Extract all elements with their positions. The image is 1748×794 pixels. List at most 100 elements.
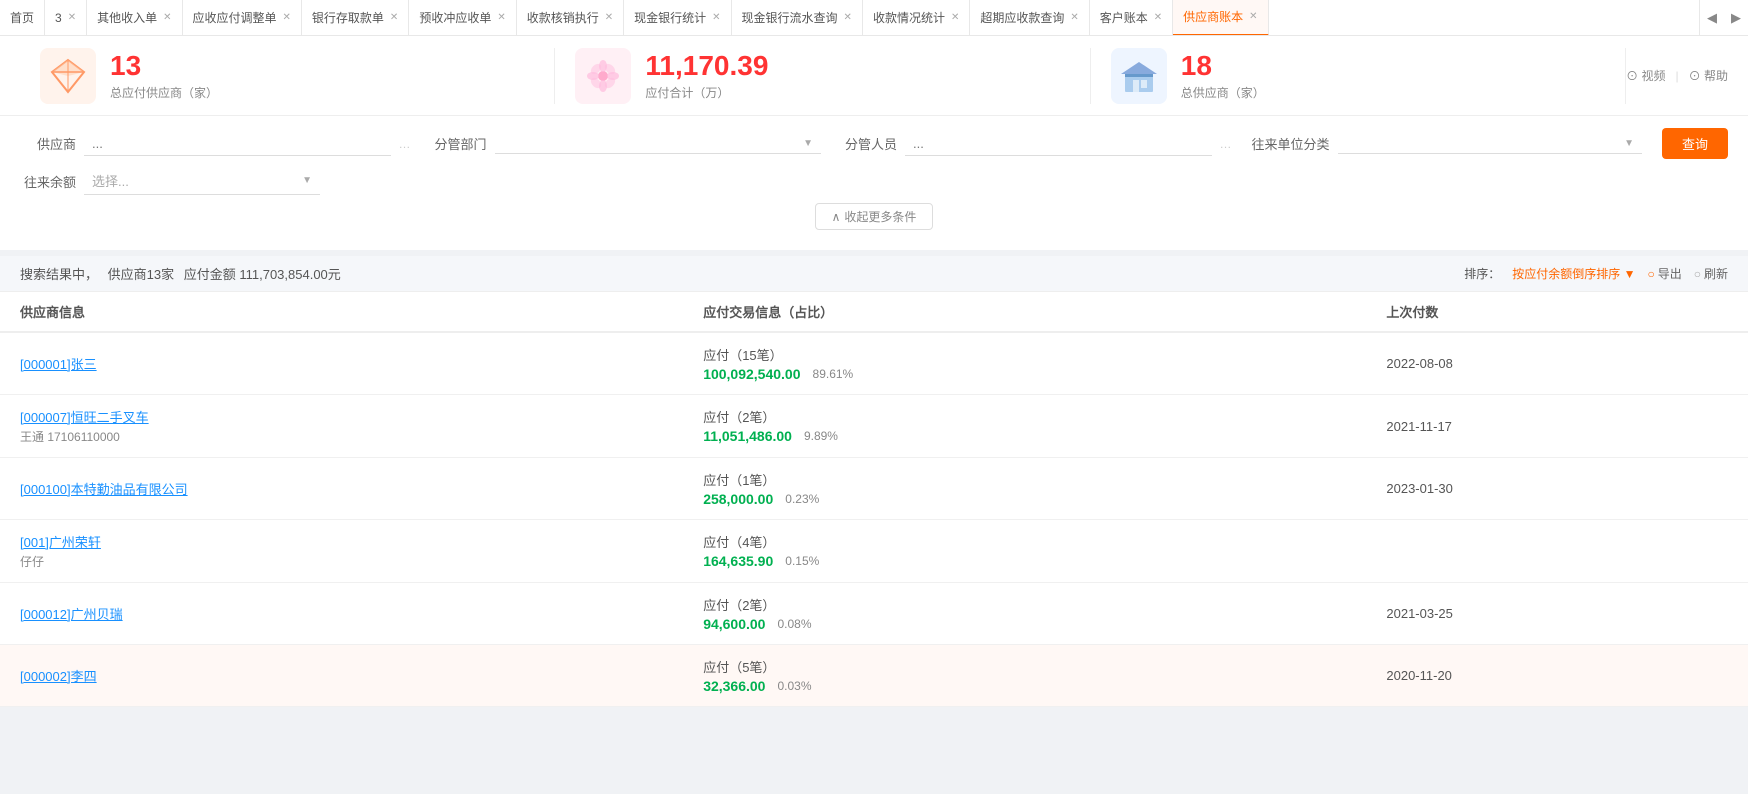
table-row: [000001]张三 应付（15笔） 100,092,540.00 89.61%… <box>0 333 1748 395</box>
row-5-tx-amount[interactable]: 32,366.00 <box>703 678 765 694</box>
nav-tab-receipt-stat-close[interactable]: ✕ <box>951 12 959 23</box>
row-1-sub: 王通 17106110000 <box>20 428 703 445</box>
filter-dept: 分管部门 ▼ <box>431 134 822 154</box>
row-3-sub: 仔仔 <box>20 553 703 570</box>
help-label: 帮助 <box>1704 69 1728 83</box>
filter-balance-label: 往来余额 <box>20 172 76 191</box>
stat-item-payable-total: 11,170.39 应付合计（万） <box>555 48 1090 104</box>
nav-tab-advance-offset-close[interactable]: ✕ <box>497 12 505 23</box>
nav-tab-overdue-ar-close[interactable]: ✕ <box>1070 12 1078 23</box>
nav-tab-cash-bank-flow-close[interactable]: ✕ <box>844 12 852 23</box>
nav-tab-other-income-close[interactable]: ✕ <box>163 12 171 23</box>
nav-left-arrow[interactable]: ◀ <box>1700 0 1724 36</box>
refresh-label: 刷新 <box>1704 265 1728 282</box>
table-row: [000100]本特勤油品有限公司 应付（1笔） 258,000.00 0.23… <box>0 458 1748 520</box>
nav-tab-customer-book[interactable]: 客户账本 ✕ <box>1090 0 1173 36</box>
filter-balance-select[interactable]: 选择... ▼ <box>84 167 320 195</box>
sort-value: 按应付余额倒序排序 <box>1512 267 1620 281</box>
supplier-link-4[interactable]: [000012]广州贝瑞 <box>20 604 703 623</box>
nav-tab-receipt-stat[interactable]: 收款情况统计 ✕ <box>863 0 970 36</box>
row-2-tx-amount[interactable]: 258,000.00 <box>703 491 773 507</box>
nav-right-arrow[interactable]: ▶ <box>1724 0 1748 36</box>
supplier-link-2[interactable]: [000100]本特勤油品有限公司 <box>20 479 703 498</box>
sort-select[interactable]: 按应付余额倒序排序 ▼ <box>1512 265 1635 282</box>
row-1-tx-amount[interactable]: 11,051,486.00 <box>703 428 792 444</box>
nav-tab-3[interactable]: 3 ✕ <box>45 0 87 36</box>
row-0-transaction: 应付（15笔） 100,092,540.00 89.61% <box>703 345 1386 382</box>
nav-tab-ar-ap-adjust-close[interactable]: ✕ <box>283 12 291 23</box>
filter-supplier: 供应商 … <box>20 132 411 156</box>
stat-label-payable: 应付合计（万） <box>645 84 768 101</box>
result-supplier-count: 供应商13家 <box>108 267 174 282</box>
row-3-transaction: 应付（4笔） 164,635.90 0.15% <box>703 532 1386 570</box>
row-0-lastpay: 2022-08-08 <box>1386 345 1728 382</box>
col-header-transaction: 应付交易信息（占比） <box>703 302 1386 321</box>
nav-tab-receipt-verify[interactable]: 收款核销执行 ✕ <box>517 0 624 36</box>
nav-tab-bank-deposit-label: 银行存取款单 <box>312 9 384 26</box>
nav-tab-3-close[interactable]: ✕ <box>68 12 76 23</box>
result-amount: 应付金额 111,703,854.00元 <box>184 267 341 282</box>
video-link[interactable]: ⊙ 视频 <box>1626 67 1665 84</box>
filter-dept-select[interactable]: ▼ <box>495 134 822 154</box>
row-3-amount-row: 164,635.90 0.15% <box>703 553 1386 569</box>
supplier-link-0[interactable]: [000001]张三 <box>20 354 703 373</box>
supplier-link-1[interactable]: [000007]恒旺二手叉车 <box>20 407 703 426</box>
row-1-lastpay: 2021-11-17 <box>1386 407 1728 445</box>
row-4-tx-label: 应付（2笔） <box>703 595 775 614</box>
nav-tab-home[interactable]: 首页 <box>0 0 45 36</box>
row-0-transaction-row: 应付（15笔） <box>703 345 1386 364</box>
nav-tab-receipt-verify-close[interactable]: ✕ <box>605 12 613 23</box>
row-0-tx-amount[interactable]: 100,092,540.00 <box>703 366 800 382</box>
nav-tab-other-income[interactable]: 其他收入单 ✕ <box>87 0 182 36</box>
filter-person-input[interactable] <box>905 132 1212 156</box>
row-5-tx-pct: 0.03% <box>777 679 811 693</box>
nav-tab-bank-deposit-close[interactable]: ✕ <box>390 12 398 23</box>
row-2-lastpay: 2023-01-30 <box>1386 470 1728 507</box>
row-4-transaction-row: 应付（2笔） <box>703 595 1386 614</box>
nav-tab-ar-ap-adjust[interactable]: 应收应付调整单 ✕ <box>183 0 302 36</box>
stat-text-suppliers: 13 总应付供应商（家） <box>110 50 218 101</box>
sort-label: 排序： <box>1464 265 1500 282</box>
col-header-supplier: 供应商信息 <box>20 302 703 321</box>
supplier-dots-icon[interactable]: … <box>399 137 411 151</box>
row-1-transaction: 应付（2笔） 11,051,486.00 9.89% <box>703 407 1386 445</box>
help-circle-icon: ⊙ <box>1689 69 1701 83</box>
supplier-link-5[interactable]: [000002]李四 <box>20 666 703 685</box>
person-dots-icon[interactable]: … <box>1220 137 1232 151</box>
row-3-lastpay <box>1386 532 1728 570</box>
nav-tab-cash-bank-stat[interactable]: 现金银行统计 ✕ <box>624 0 731 36</box>
result-info: 搜索结果中， 供应商13家 应付金额 111,703,854.00元 <box>20 264 347 283</box>
help-link[interactable]: ⊙ 帮助 <box>1689 67 1728 84</box>
row-3-tx-pct: 0.15% <box>785 554 819 568</box>
filter-dept-arrow: ▼ <box>803 138 813 149</box>
nav-tab-cash-bank-flow-label: 现金银行流水查询 <box>742 9 838 26</box>
nav-tab-supplier-book[interactable]: 供应商账本 ✕ <box>1173 0 1268 36</box>
nav-tab-advance-offset[interactable]: 预收冲应收单 ✕ <box>409 0 516 36</box>
nav-tab-ar-ap-adjust-label: 应收应付调整单 <box>193 9 277 26</box>
row-5-transaction-row: 应付（5笔） <box>703 657 1386 676</box>
stat-item-total-suppliers: 18 总供应商（家） <box>1091 48 1626 104</box>
filter-supplier-input[interactable] <box>84 132 391 156</box>
refresh-button[interactable]: ○ 刷新 <box>1694 265 1728 282</box>
query-button[interactable]: 查询 <box>1662 128 1728 159</box>
nav-tab-cash-bank-stat-close[interactable]: ✕ <box>712 12 720 23</box>
nav-tab-bank-deposit[interactable]: 银行存取款单 ✕ <box>302 0 409 36</box>
stat-number-total-suppliers: 18 <box>1181 50 1265 82</box>
nav-tab-advance-offset-label: 预收冲应收单 <box>419 9 491 26</box>
supplier-link-3[interactable]: [001]广州荣轩 <box>20 532 703 551</box>
nav-tab-supplier-book-close[interactable]: ✕ <box>1249 11 1257 22</box>
filter-row-1: 供应商 … 分管部门 ▼ 分管人员 … 往来单位分类 ▼ 查询 <box>20 128 1728 159</box>
export-button[interactable]: ○ 导出 <box>1647 265 1681 282</box>
row-3-tx-amount[interactable]: 164,635.90 <box>703 553 773 569</box>
nav-tab-receipt-verify-label: 收款核销执行 <box>527 9 599 26</box>
filter-category-select[interactable]: ▼ <box>1338 134 1642 154</box>
table-row: [001]广州荣轩 仔仔 应付（4笔） 164,635.90 0.15% <box>0 520 1748 583</box>
collapse-button[interactable]: ∧ 收起更多条件 <box>815 203 934 230</box>
row-1-tx-pct: 9.89% <box>804 429 838 443</box>
nav-tab-customer-book-close[interactable]: ✕ <box>1154 12 1162 23</box>
filter-category: 往来单位分类 ▼ <box>1252 134 1643 154</box>
stat-item-suppliers-with-payable: 13 总应付供应商（家） <box>20 48 555 104</box>
nav-tab-overdue-ar[interactable]: 超期应收款查询 ✕ <box>970 0 1089 36</box>
row-4-tx-amount[interactable]: 94,600.00 <box>703 616 765 632</box>
nav-tab-cash-bank-flow[interactable]: 现金银行流水查询 ✕ <box>732 0 863 36</box>
